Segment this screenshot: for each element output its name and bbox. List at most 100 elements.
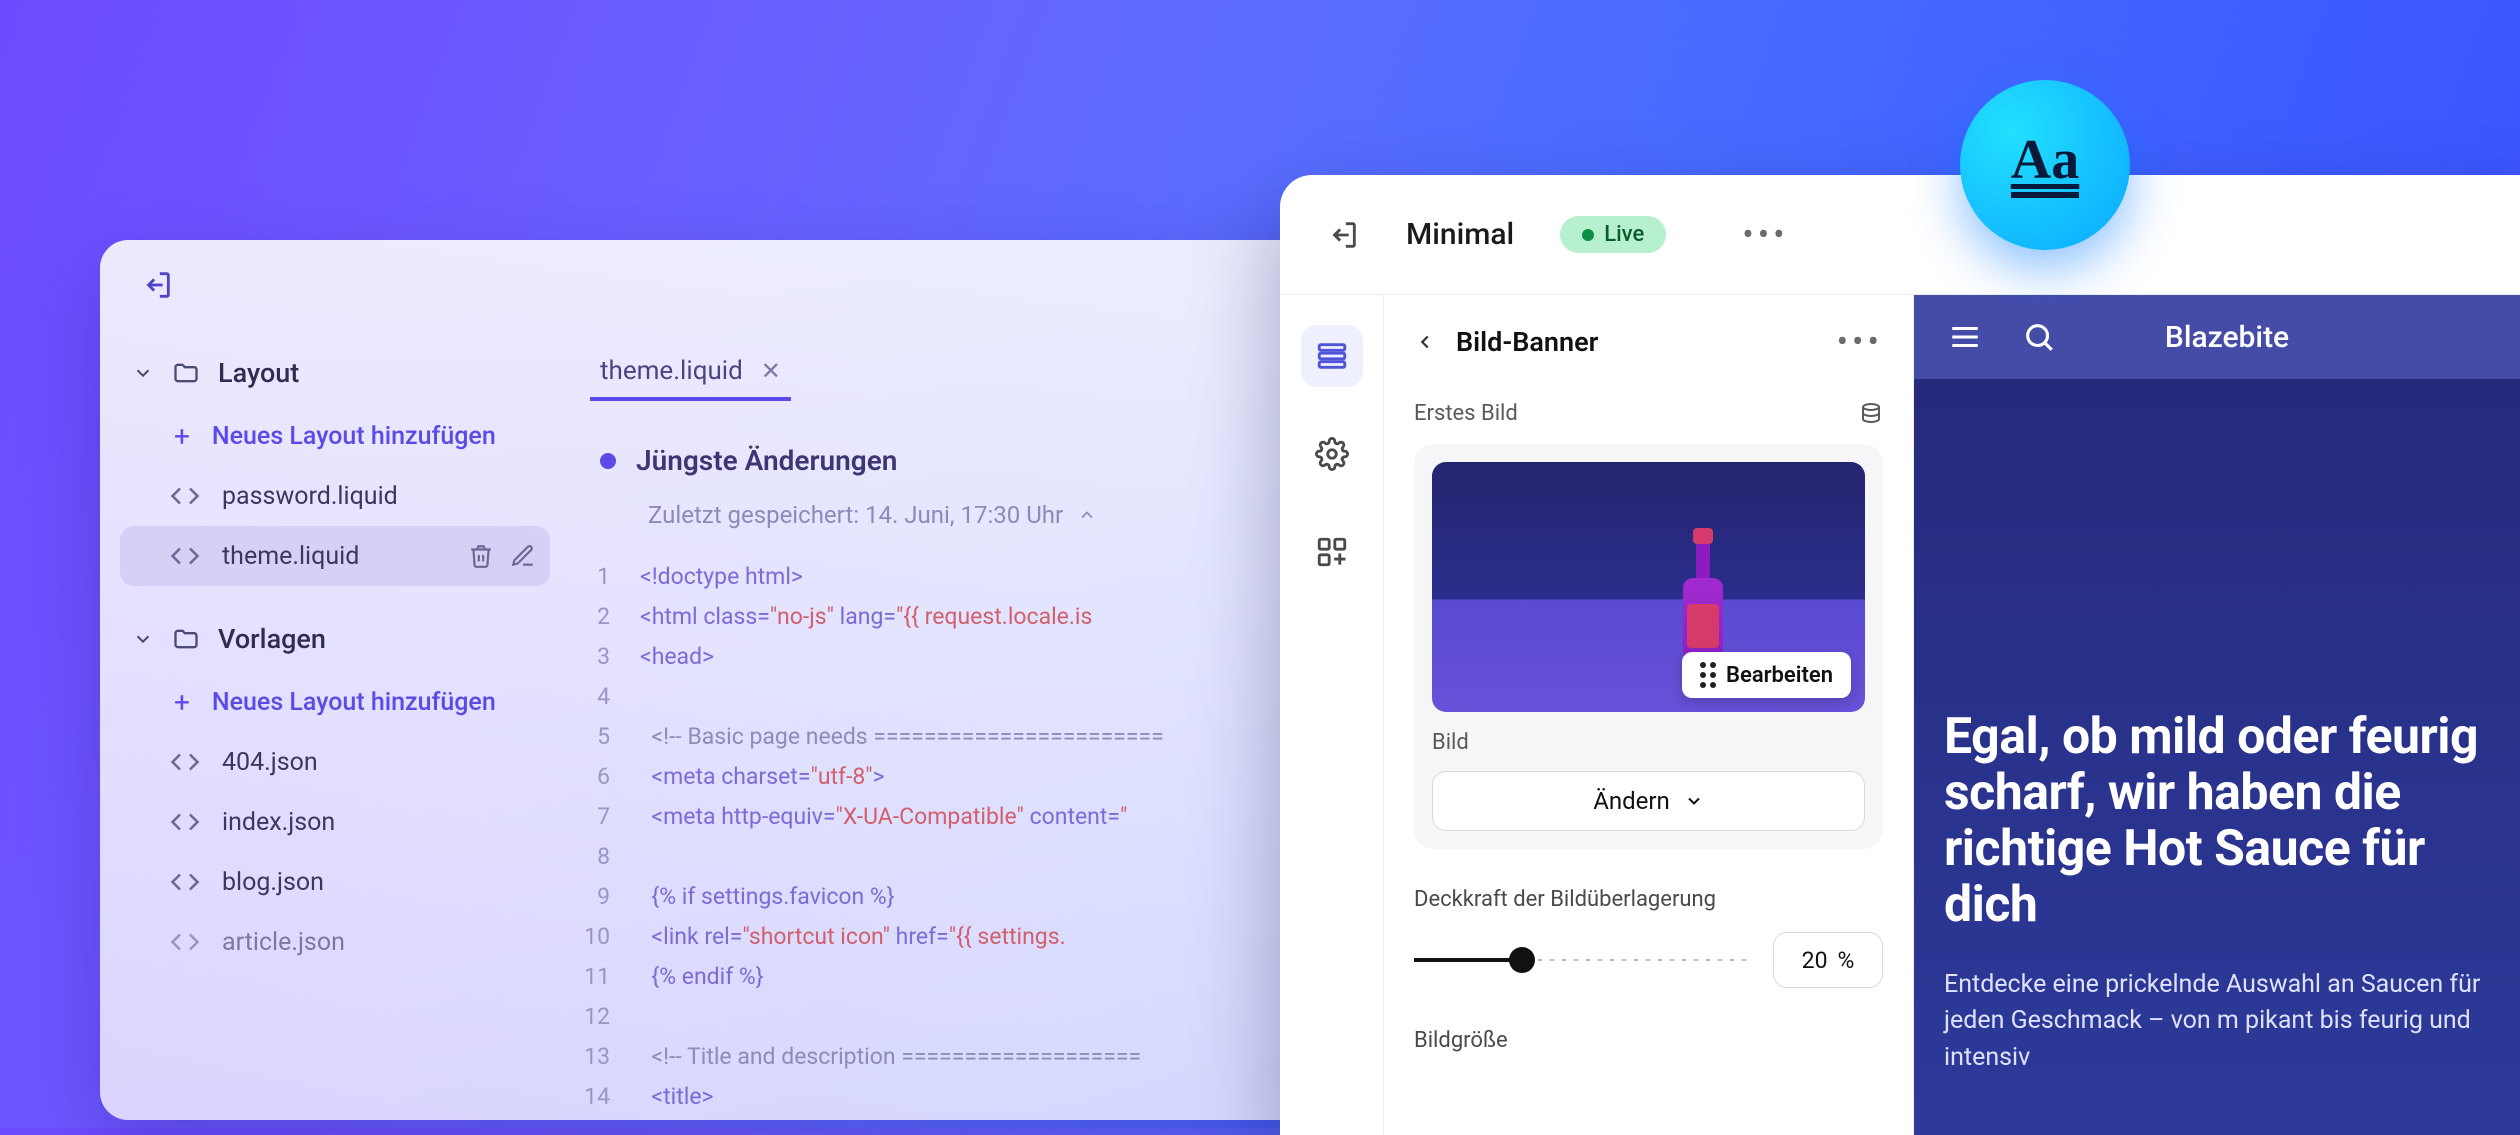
tab-theme[interactable]: theme.liquid ✕ <box>590 345 791 401</box>
mobile-hero: Egal, ob mild oder feurig scharf, wir ha… <box>1914 379 2520 1135</box>
change-image-button[interactable]: Ändern <box>1432 771 1865 831</box>
plus-icon: + <box>174 686 190 719</box>
first-image-row: Erstes Bild <box>1414 401 1883 426</box>
file-label: 404.json <box>222 748 318 777</box>
nav-rail <box>1280 295 1384 1135</box>
code-icon <box>170 481 200 511</box>
mobile-brand[interactable]: Blazebite <box>2165 320 2289 355</box>
image-label: Bild <box>1432 730 1865 755</box>
file-tree: Layout + Neues Layout hinzufügen passwor… <box>100 330 570 1120</box>
image-picker: Bearbeiten Bild Ändern <box>1414 444 1883 849</box>
more-icon[interactable]: ••• <box>1742 215 1788 255</box>
recent-changes-title: Jüngste Änderungen <box>600 444 1330 477</box>
inspector: Bild-Banner ••• Erstes Bild Bearbeiten <box>1384 295 1914 1135</box>
trash-icon[interactable] <box>468 543 494 569</box>
file-theme[interactable]: theme.liquid <box>120 526 550 586</box>
first-image-label: Erstes Bild <box>1414 401 1518 426</box>
chevron-down-icon <box>132 628 154 650</box>
opacity-value[interactable]: 20 % <box>1773 932 1883 988</box>
rail-apps[interactable] <box>1301 521 1363 583</box>
hero-headline: Egal, ob mild oder feurig scharf, wir ha… <box>1944 709 2510 933</box>
exit-icon[interactable] <box>140 268 174 302</box>
opacity-slider[interactable] <box>1414 958 1751 962</box>
code-pane: theme.liquid ✕ Jüngste Änderungen Zuletz… <box>570 330 1330 1120</box>
drag-handle-icon <box>1700 662 1716 688</box>
file-404[interactable]: 404.json <box>120 732 550 792</box>
chevron-up-icon <box>1077 505 1097 525</box>
tab-bar: theme.liquid ✕ <box>570 330 1330 416</box>
code-editor-panel: Layout + Neues Layout hinzufügen passwor… <box>100 240 1330 1120</box>
search-icon[interactable] <box>2022 320 2056 354</box>
file-label: index.json <box>222 808 335 837</box>
editor-topbar <box>100 240 1330 330</box>
opacity-slider-row: 20 % <box>1414 932 1883 988</box>
hero-subtext: Entdecke eine prickelnde Auswahl an Sauc… <box>1944 967 2510 1076</box>
code-icon <box>170 807 200 837</box>
pencil-icon[interactable] <box>510 543 536 569</box>
opacity-number: 20 <box>1802 947 1828 974</box>
code-icon <box>170 747 200 777</box>
image-preview[interactable]: Bearbeiten <box>1432 462 1865 712</box>
changes-title-text: Jüngste Änderungen <box>636 444 897 477</box>
chevron-down-icon <box>1684 791 1704 811</box>
mobile-navbar: Blazebite <box>1914 295 2520 379</box>
chevron-left-icon[interactable] <box>1414 331 1436 353</box>
exit-icon[interactable] <box>1326 218 1360 252</box>
more-icon[interactable]: ••• <box>1837 322 1883 362</box>
last-saved[interactable]: Zuletzt gespeichert: 14. Juni, 17:30 Uhr <box>648 501 1330 529</box>
theme-header: Minimal Live ••• <box>1280 175 2520 295</box>
folder-icon <box>172 359 200 387</box>
hamburger-icon[interactable] <box>1948 320 1982 354</box>
theme-name: Minimal <box>1406 217 1514 252</box>
file-password[interactable]: password.liquid <box>120 466 550 526</box>
typography-badge-label: Aa <box>2011 132 2079 198</box>
file-label: theme.liquid <box>222 542 359 571</box>
plus-icon: + <box>174 420 190 453</box>
live-text: Live <box>1604 222 1644 247</box>
file-label: blog.json <box>222 868 324 897</box>
tab-label: theme.liquid <box>600 356 743 386</box>
theme-editor-panel: Minimal Live ••• Bild-Banner ••• Erstes … <box>1280 175 2520 1135</box>
group-templates-label: Vorlagen <box>218 623 326 655</box>
last-saved-text: Zuletzt gespeichert: 14. Juni, 17:30 Uhr <box>648 501 1063 529</box>
file-label: article.json <box>222 928 345 957</box>
close-icon[interactable]: ✕ <box>761 357 781 385</box>
inspector-title: Bild-Banner <box>1456 326 1598 358</box>
code-icon <box>170 867 200 897</box>
add-template[interactable]: + Neues Layout hinzufügen <box>120 672 550 732</box>
code-icon <box>170 541 200 571</box>
opacity-unit: % <box>1838 947 1855 974</box>
edit-chip-label: Bearbeiten <box>1726 663 1833 688</box>
file-blog[interactable]: blog.json <box>120 852 550 912</box>
opacity-label: Deckkraft der Bildüberlagerung <box>1414 887 1883 912</box>
file-index[interactable]: index.json <box>120 792 550 852</box>
dynamic-source-icon[interactable] <box>1859 402 1883 426</box>
code-icon <box>170 927 200 957</box>
status-badge: Live <box>1560 216 1666 253</box>
folder-icon <box>172 625 200 653</box>
sections-icon <box>1315 339 1349 373</box>
typography-badge[interactable]: Aa <box>1960 80 2130 250</box>
slider-knob-icon[interactable] <box>1509 947 1535 973</box>
group-templates[interactable]: Vorlagen <box>120 606 550 672</box>
image-size-label: Bildgröße <box>1414 1028 1883 1053</box>
add-template-label: Neues Layout hinzufügen <box>212 688 496 717</box>
edit-image-button[interactable]: Bearbeiten <box>1682 652 1851 698</box>
mobile-preview: Blazebite Egal, ob mild oder feurig scha… <box>1914 295 2520 1135</box>
live-dot-icon <box>1582 229 1594 241</box>
file-article[interactable]: article.json <box>120 912 550 972</box>
rail-sections[interactable] <box>1301 325 1363 387</box>
gear-icon <box>1315 437 1349 471</box>
file-label: password.liquid <box>222 482 398 511</box>
chevron-down-icon <box>132 362 154 384</box>
unsaved-dot-icon <box>600 453 616 469</box>
rail-settings[interactable] <box>1301 423 1363 485</box>
apps-icon <box>1315 535 1349 569</box>
change-btn-label: Ändern <box>1593 787 1670 815</box>
add-layout[interactable]: + Neues Layout hinzufügen <box>120 406 550 466</box>
add-layout-label: Neues Layout hinzufügen <box>212 422 496 451</box>
code-text: <!doctype html> <box>640 557 803 597</box>
group-layout[interactable]: Layout <box>120 340 550 406</box>
group-layout-label: Layout <box>218 357 299 389</box>
code-block[interactable]: 1<!doctype html> 2<html class="no-js" la… <box>570 557 1330 1120</box>
